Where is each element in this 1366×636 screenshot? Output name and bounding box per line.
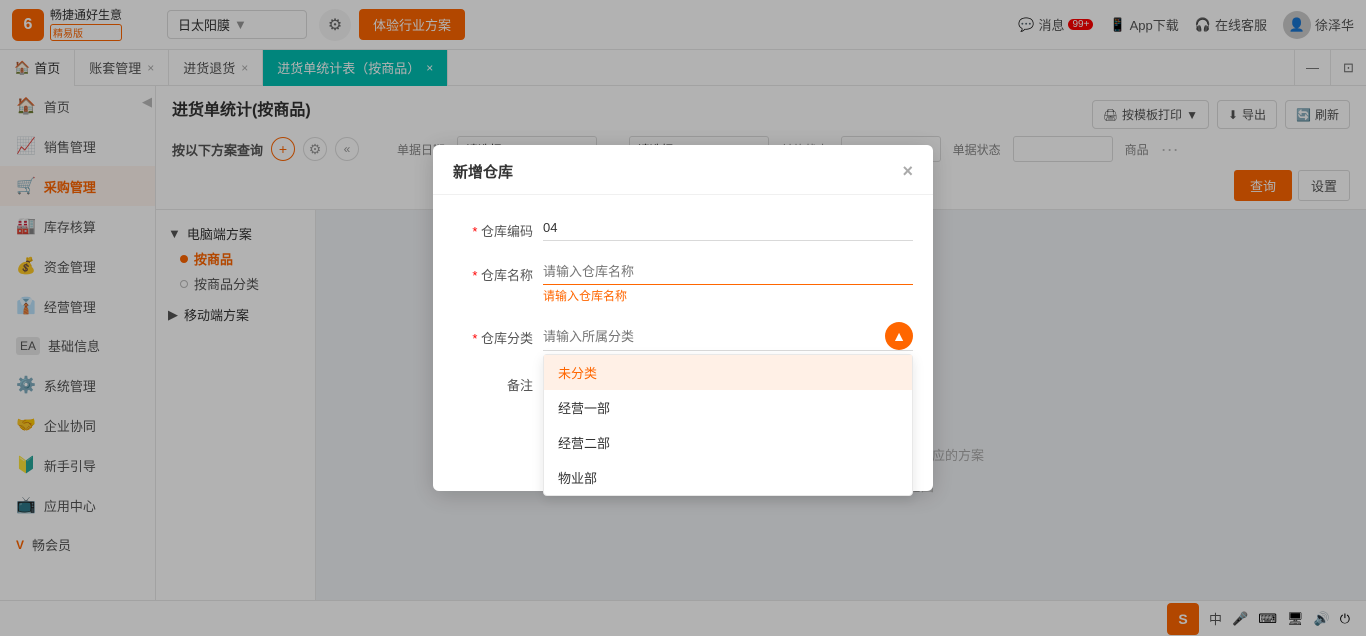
dialog-overlay: 新增仓库 × 仓库编码 仓库名称 请输入仓库名称 仓库分类 [0, 0, 1366, 636]
dropdown-arrow-btn[interactable]: ▲ [885, 322, 913, 350]
dropdown-item-1[interactable]: 经营一部 [544, 390, 912, 425]
dropdown-item-0[interactable]: 未分类 [544, 355, 912, 390]
dropdown-input-row: ▲ [543, 322, 913, 351]
note-label: 备注 [453, 369, 533, 394]
name-label: 仓库名称 [453, 259, 533, 284]
form-row-category: 仓库分类 ▲ 未分类 经营一部 经营二部 物业部 [453, 322, 913, 351]
form-row-name: 仓库名称 请输入仓库名称 [453, 259, 913, 304]
dialog-close-btn[interactable]: × [902, 161, 913, 182]
name-error-msg: 请输入仓库名称 [543, 287, 913, 304]
dropdown-list: 未分类 经营一部 经营二部 物业部 [543, 354, 913, 496]
name-input[interactable] [543, 259, 913, 285]
code-input[interactable] [543, 215, 913, 241]
dialog-body: 仓库编码 仓库名称 请输入仓库名称 仓库分类 ▲ [433, 195, 933, 429]
category-label: 仓库分类 [453, 322, 533, 347]
new-warehouse-dialog: 新增仓库 × 仓库编码 仓库名称 请输入仓库名称 仓库分类 [433, 145, 933, 491]
dialog-title: 新增仓库 [453, 161, 513, 182]
code-label: 仓库编码 [453, 215, 533, 240]
category-dropdown: ▲ 未分类 经营一部 经营二部 物业部 [543, 322, 913, 351]
dialog-header: 新增仓库 × [433, 145, 933, 195]
dropdown-item-2[interactable]: 经营二部 [544, 425, 912, 460]
dropdown-item-3[interactable]: 物业部 [544, 460, 912, 495]
name-field-group: 请输入仓库名称 [543, 259, 913, 304]
category-input[interactable] [543, 324, 885, 349]
form-row-code: 仓库编码 [453, 215, 913, 241]
